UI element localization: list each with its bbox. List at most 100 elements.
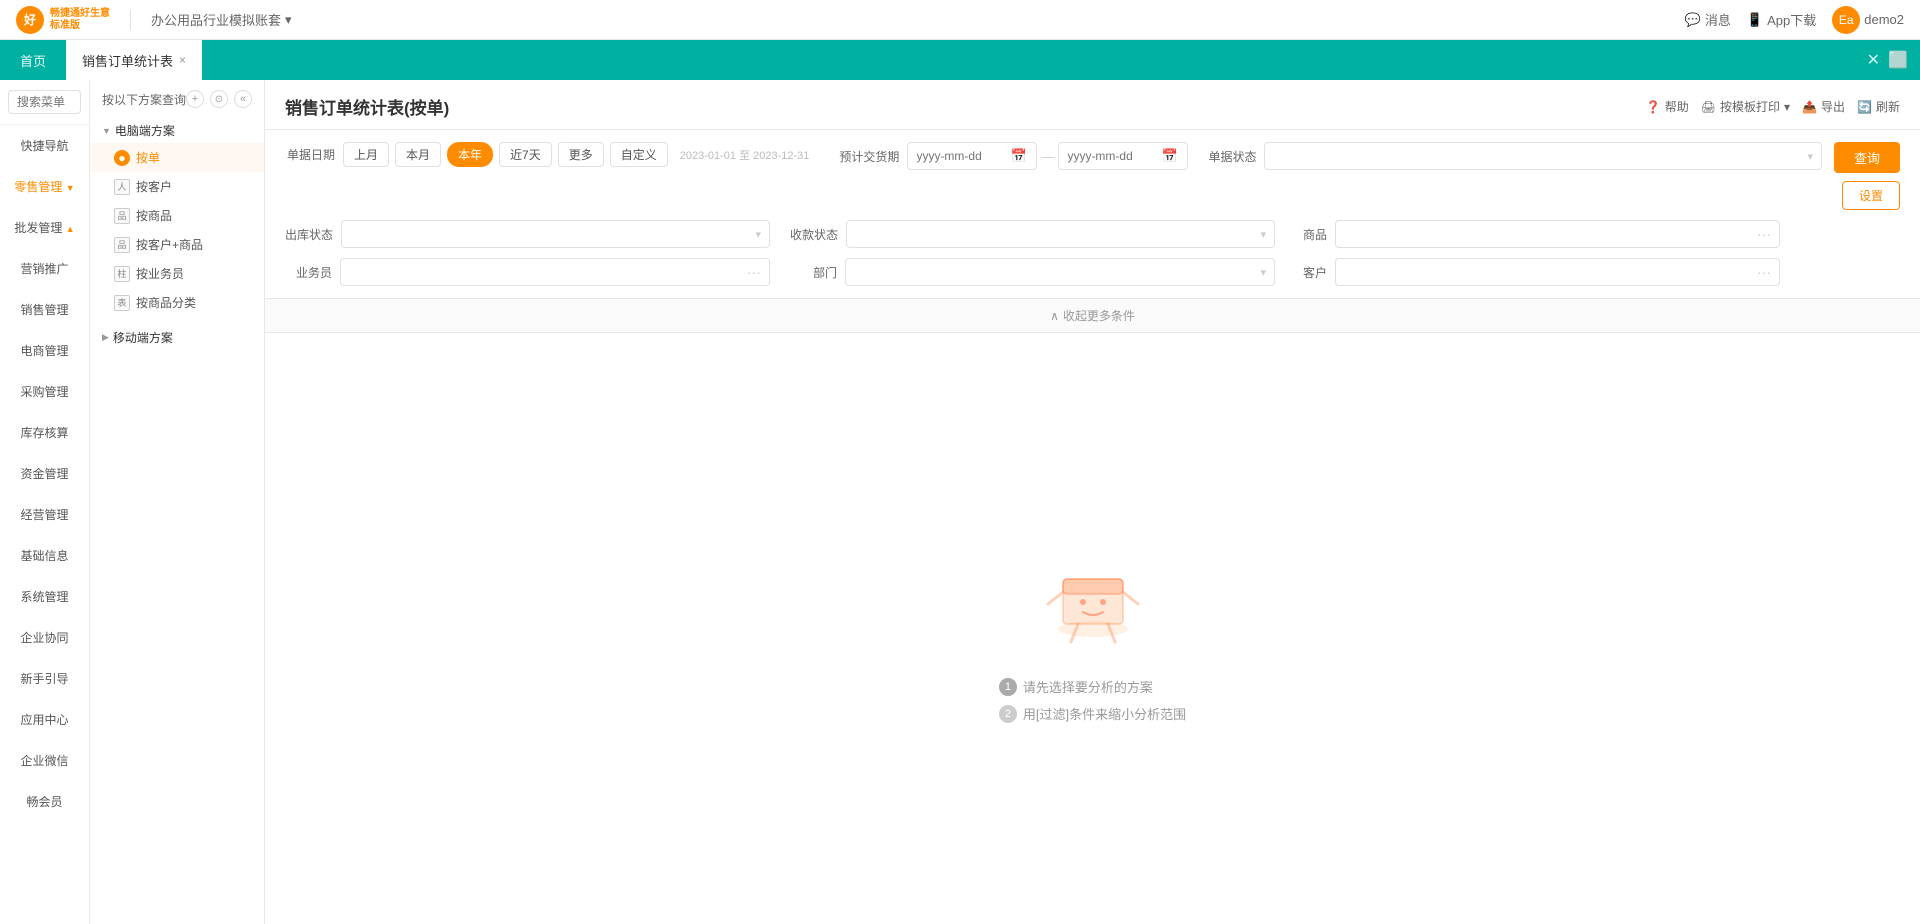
sidebar-system-label: 系统管理 — [20, 590, 68, 604]
workspace-arrow-icon: ▾ — [285, 12, 292, 28]
close-window-icon[interactable]: ✕ — [1867, 50, 1880, 70]
date-btn-this-month[interactable]: 本月 — [395, 142, 441, 167]
sidebar-item-member[interactable]: 畅会员 — [0, 781, 89, 822]
customer-input[interactable]: ··· — [1335, 258, 1780, 286]
sidebar-item-finance[interactable]: 资金管理 — [0, 453, 89, 494]
sidebar-item-guide[interactable]: 新手引导 — [0, 658, 89, 699]
sidebar-purchase-label: 采购管理 — [20, 385, 68, 399]
expected-date-end[interactable]: 📅 — [1058, 142, 1188, 170]
sidebar-item-marketing[interactable]: 营销推广 — [0, 248, 89, 289]
empty-illustration — [1033, 534, 1153, 657]
calendar-icon-2: 📅 — [1161, 148, 1177, 164]
sidebar-item-operation[interactable]: 经营管理 — [0, 494, 89, 535]
customer-filter: 客户 ··· — [1295, 258, 1780, 286]
query-actions: 查询 设置 — [1822, 142, 1900, 210]
sidebar-item-sales[interactable]: 销售管理 — [0, 289, 89, 330]
app-download-button[interactable]: 📱 App下载 — [1747, 10, 1816, 29]
scheme-group-mobile-title[interactable]: ▶ 移动端方案 — [90, 325, 264, 350]
tip-num-2: 2 — [999, 705, 1017, 723]
collapse-bar[interactable]: ∧ 收起更多条件 — [265, 299, 1920, 333]
sidebar-wholesale-label: 批发管理 — [14, 221, 62, 235]
sidebar-item-wholesale[interactable]: 批发管理 ▲ — [0, 207, 89, 248]
sidebar-marketing-label: 营销推广 — [20, 262, 68, 276]
top-bar-right: 💬 消息 📱 App下载 Ea demo2 — [1685, 6, 1904, 34]
date-btn-custom[interactable]: 自定义 — [610, 142, 668, 167]
collapse-icon: ∧ — [1050, 309, 1059, 323]
sidebar-item-system[interactable]: 系统管理 — [0, 576, 89, 617]
by-order-label: 按单 — [136, 149, 160, 166]
scheme-item-by-category[interactable]: 表 按商品分类 — [90, 288, 264, 317]
status-select[interactable]: ▾ — [1264, 142, 1822, 170]
payment-select[interactable]: ▾ — [846, 220, 1275, 248]
top-bar-left: 好 畅捷通好生意 标准版 办公用品行业模拟账套 ▾ — [16, 6, 292, 34]
scheme-group-pc-label: 电脑端方案 — [115, 122, 175, 139]
sidebar-item-wechat[interactable]: 企业微信 — [0, 740, 89, 781]
export-button[interactable]: 📤 导出 — [1802, 98, 1845, 115]
empty-svg — [1033, 534, 1153, 654]
date-btn-7days[interactable]: 近7天 — [499, 142, 552, 167]
tab-close-icon[interactable]: × — [179, 53, 186, 67]
goods-filter: 商品 ··· — [1295, 220, 1780, 248]
dept-caret-icon: ▾ — [1260, 266, 1266, 279]
refresh-label: 刷新 — [1876, 98, 1900, 115]
empty-tips: 1 请先选择要分析的方案 2 用[过滤]条件来缩小分析范围 — [999, 677, 1186, 723]
customer-dots-icon: ··· — [1757, 264, 1771, 280]
print-dropdown-icon: ▾ — [1784, 100, 1790, 114]
maximize-icon[interactable]: ⬜ — [1888, 50, 1908, 70]
tab-home[interactable]: 首页 — [0, 40, 66, 80]
settings-button[interactable]: 设置 — [1842, 181, 1900, 210]
collapse-panel-icon: « — [240, 93, 246, 105]
outstock-label: 出库状态 — [285, 226, 341, 243]
date-range-display: 2023-01-01 至 2023-12-31 — [680, 147, 810, 163]
plus-icon: + — [192, 93, 198, 105]
sidebar-item-appstore[interactable]: 应用中心 — [0, 699, 89, 740]
sidebar: 快捷导航 零售管理 ▼ 批发管理 ▲ 营销推广 销售管理 电商管理 采购管理 库… — [0, 80, 90, 924]
sidebar-retail-label: 零售管理 — [14, 180, 62, 194]
scheme-edit-button[interactable]: ⊙ — [210, 90, 228, 108]
workspace-selector[interactable]: 办公用品行业模拟账套 ▾ — [151, 10, 292, 29]
scheme-item-by-order[interactable]: ● 按单 — [90, 143, 264, 172]
salesperson-dots-icon: ··· — [747, 264, 761, 280]
by-order-icon: ● — [114, 150, 130, 166]
help-button[interactable]: ❓ 帮助 — [1646, 98, 1689, 115]
scheme-item-by-salesperson[interactable]: 柱 按业务员 — [90, 259, 264, 288]
goods-input[interactable]: ··· — [1335, 220, 1780, 248]
scheme-item-by-cust-prod[interactable]: 品 按客户+商品 — [90, 230, 264, 259]
page-header: 销售订单统计表(按单) ❓ 帮助 🖨 按模板打印 ▾ 📤 导出 — [265, 80, 1920, 130]
sidebar-item-basic[interactable]: 基础信息 — [0, 535, 89, 576]
search-input[interactable] — [8, 90, 81, 114]
dept-select[interactable]: ▾ — [845, 258, 1275, 286]
print-button[interactable]: 🖨 按模板打印 ▾ — [1701, 98, 1790, 115]
scheme-group-pc-title[interactable]: ▼ 电脑端方案 — [90, 118, 264, 143]
tab-sales-order-stats[interactable]: 销售订单统计表 × — [66, 40, 202, 80]
expected-date-end-input[interactable] — [1067, 149, 1157, 163]
sidebar-item-quick-nav[interactable]: 快捷导航 — [0, 125, 89, 166]
refresh-button[interactable]: 🔄 刷新 — [1857, 98, 1900, 115]
date-btn-last-month[interactable]: 上月 — [343, 142, 389, 167]
status-caret-icon: ▾ — [1807, 150, 1813, 163]
scheme-collapse-button[interactable]: « — [234, 90, 252, 108]
main-layout: 快捷导航 零售管理 ▼ 批发管理 ▲ 营销推广 销售管理 电商管理 采购管理 库… — [0, 80, 1920, 924]
salesperson-input[interactable]: ··· — [340, 258, 770, 286]
app-download-label: App下载 — [1767, 10, 1816, 29]
message-button[interactable]: 💬 消息 — [1685, 10, 1731, 29]
user-profile[interactable]: Ea demo2 — [1832, 6, 1904, 34]
filter-area: 单据日期 上月 本月 本年 近7天 更多 自定义 2023-01-01 至 20… — [265, 130, 1920, 299]
scheme-item-by-customer[interactable]: 人 按客户 — [90, 172, 264, 201]
expected-date-label: 预计交货期 — [839, 148, 907, 165]
sidebar-item-purchase[interactable]: 采购管理 — [0, 371, 89, 412]
sidebar-wechat-label: 企业微信 — [20, 754, 68, 768]
query-button[interactable]: 查询 — [1834, 142, 1900, 173]
scheme-add-button[interactable]: + — [186, 90, 204, 108]
sidebar-item-ecommerce[interactable]: 电商管理 — [0, 330, 89, 371]
expected-date-start-input[interactable] — [916, 149, 1006, 163]
sidebar-item-enterprise[interactable]: 企业协同 — [0, 617, 89, 658]
date-btn-this-year[interactable]: 本年 — [447, 142, 493, 167]
outstock-select[interactable]: ▾ — [341, 220, 770, 248]
sidebar-item-inventory[interactable]: 库存核算 — [0, 412, 89, 453]
expected-date-start[interactable]: 📅 — [907, 142, 1037, 170]
by-category-label: 按商品分类 — [136, 294, 196, 311]
sidebar-item-retail[interactable]: 零售管理 ▼ — [0, 166, 89, 207]
scheme-item-by-product[interactable]: 品 按商品 — [90, 201, 264, 230]
date-btn-more[interactable]: 更多 — [558, 142, 604, 167]
